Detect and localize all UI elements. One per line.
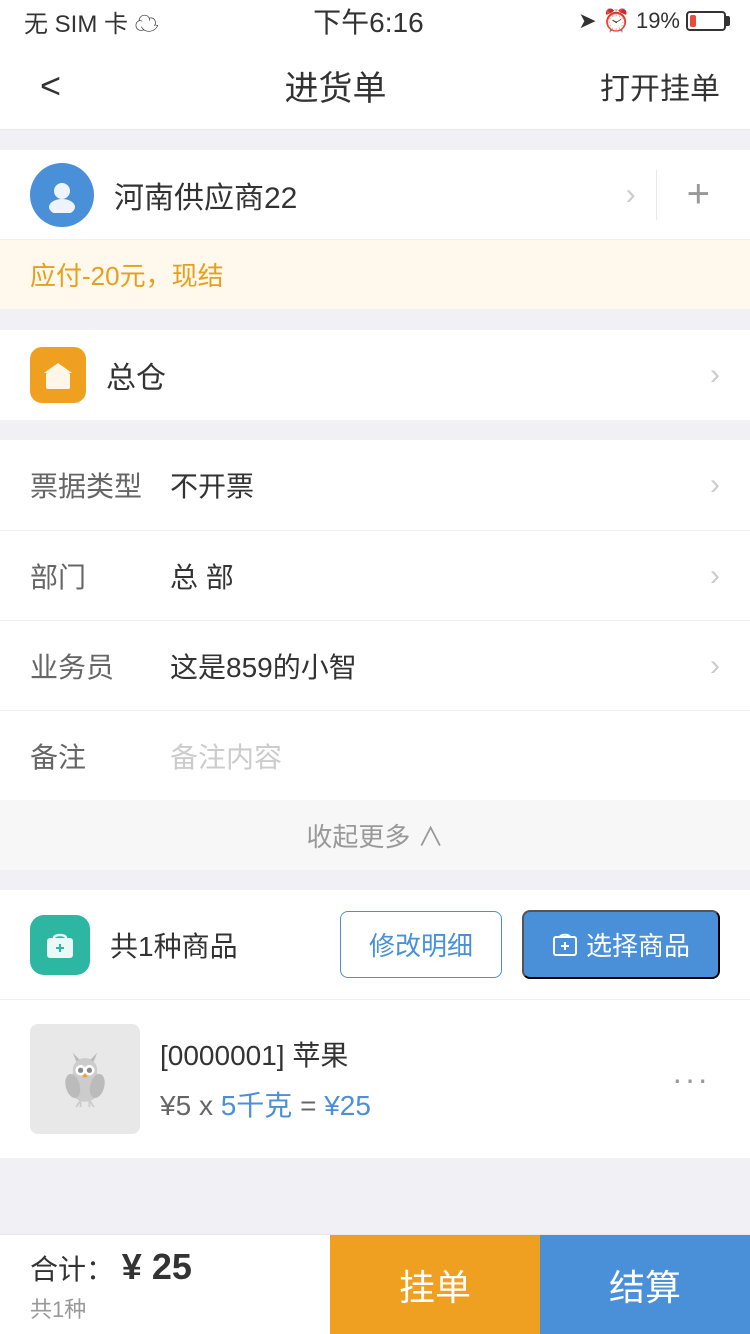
total-amount: ¥ 25 <box>122 1246 192 1287</box>
battery-percent: 19% <box>636 8 680 34</box>
section-gap-4 <box>0 870 750 890</box>
section-gap-1 <box>0 130 750 150</box>
total-line: 合计： ¥ 25 <box>30 1246 300 1288</box>
add-supplier-button[interactable]: + <box>677 172 720 217</box>
select-product-button[interactable]: 选择商品 <box>522 910 720 979</box>
sim-status: 无 SIM 卡 ☁ <box>24 4 159 39</box>
warehouse-name: 总仓 <box>106 353 710 397</box>
form-section: 票据类型 不开票 › 部门 总 部 › 业务员 这是859的小智 › 备注 备注… <box>0 440 750 800</box>
collapse-label: 收起更多 ∧ <box>306 817 443 854</box>
price-times: x <box>199 1090 221 1121</box>
hang-button[interactable]: 挂单 <box>330 1235 540 1334</box>
product-info: [0000001] 苹果 ¥5 x 5千克 = ¥25 <box>160 1034 642 1124</box>
sales-value: 这是859的小智 <box>150 646 710 686</box>
supplier-avatar <box>30 163 94 227</box>
warehouse-section: 总仓 › <box>0 330 750 420</box>
status-bar: 无 SIM 卡 ☁ 下午6:16 ➤ ⏰ 19% <box>0 0 750 42</box>
checkout-button[interactable]: 结算 <box>540 1235 750 1334</box>
price-value: ¥5 <box>160 1090 191 1121</box>
product-thumbnail <box>30 1024 140 1134</box>
product-total: ¥25 <box>324 1090 371 1121</box>
product-count: 共1种商品 <box>110 925 320 965</box>
checkout-label: 结算 <box>609 1259 681 1311</box>
product-section: 共1种商品 修改明细 选择商品 <box>0 890 750 1158</box>
supplier-chevron-icon: › <box>626 178 636 212</box>
nav-bar: < 进货单 打开挂单 <box>0 42 750 130</box>
alarm-icon: ⏰ <box>603 8 630 34</box>
open-pending-button[interactable]: 打开挂单 <box>600 64 720 108</box>
divider <box>656 170 657 220</box>
notice-bar: 应付-20元，现结 <box>0 240 750 310</box>
invoice-row[interactable]: 票据类型 不开票 › <box>0 440 750 530</box>
sales-label: 业务员 <box>30 646 150 686</box>
dept-label: 部门 <box>30 556 150 596</box>
back-button[interactable]: < <box>30 55 71 117</box>
remark-input[interactable]: 备注内容 <box>150 736 720 776</box>
remark-label: 备注 <box>30 736 150 776</box>
warehouse-chevron-icon: › <box>710 358 720 392</box>
supplier-name: 河南供应商22 <box>114 173 626 217</box>
page-title: 进货单 <box>285 61 387 110</box>
invoice-chevron-icon: › <box>710 468 720 502</box>
product-item: [0000001] 苹果 ¥5 x 5千克 = ¥25 ··· <box>0 999 750 1158</box>
supplier-section: 河南供应商22 › + 应付-20元，现结 <box>0 150 750 310</box>
invoice-label: 票据类型 <box>30 465 150 505</box>
sub-label: 共1种 <box>30 1292 300 1324</box>
product-qty: 5千克 <box>221 1090 293 1121</box>
section-gap-3 <box>0 420 750 440</box>
location-icon: ➤ <box>578 8 596 34</box>
sales-row[interactable]: 业务员 这是859的小智 › <box>0 620 750 710</box>
sales-chevron-icon: › <box>710 649 720 683</box>
dept-value: 总 部 <box>150 556 710 596</box>
total-label: 合计： <box>30 1254 114 1285</box>
section-gap-2 <box>0 310 750 330</box>
collapse-bar[interactable]: 收起更多 ∧ <box>0 800 750 870</box>
select-product-label: 选择商品 <box>586 926 690 963</box>
dept-row[interactable]: 部门 总 部 › <box>0 530 750 620</box>
total-section: 合计： ¥ 25 共1种 <box>0 1246 330 1324</box>
status-left: 无 SIM 卡 ☁ <box>24 4 159 39</box>
battery-icon <box>686 11 726 31</box>
product-price: ¥5 x 5千克 = ¥25 <box>160 1084 642 1124</box>
notice-text: 应付-20元，现结 <box>30 261 224 291</box>
price-equals: = <box>300 1090 324 1121</box>
product-icon <box>30 915 90 975</box>
invoice-value: 不开票 <box>150 465 710 505</box>
warehouse-icon <box>30 347 86 403</box>
bottom-bar: 合计： ¥ 25 共1种 挂单 结算 <box>0 1234 750 1334</box>
product-header: 共1种商品 修改明细 选择商品 <box>0 890 750 999</box>
product-name: [0000001] 苹果 <box>160 1034 642 1074</box>
edit-detail-button[interactable]: 修改明细 <box>340 911 502 978</box>
status-time: 下午6:16 <box>313 1 424 41</box>
remark-row[interactable]: 备注 备注内容 <box>0 710 750 800</box>
status-right: ➤ ⏰ 19% <box>578 8 726 34</box>
product-more-button[interactable]: ··· <box>662 1051 720 1108</box>
hang-label: 挂单 <box>399 1259 471 1311</box>
dept-chevron-icon: › <box>710 559 720 593</box>
supplier-row[interactable]: 河南供应商22 › + <box>0 150 750 240</box>
warehouse-row[interactable]: 总仓 › <box>0 330 750 420</box>
